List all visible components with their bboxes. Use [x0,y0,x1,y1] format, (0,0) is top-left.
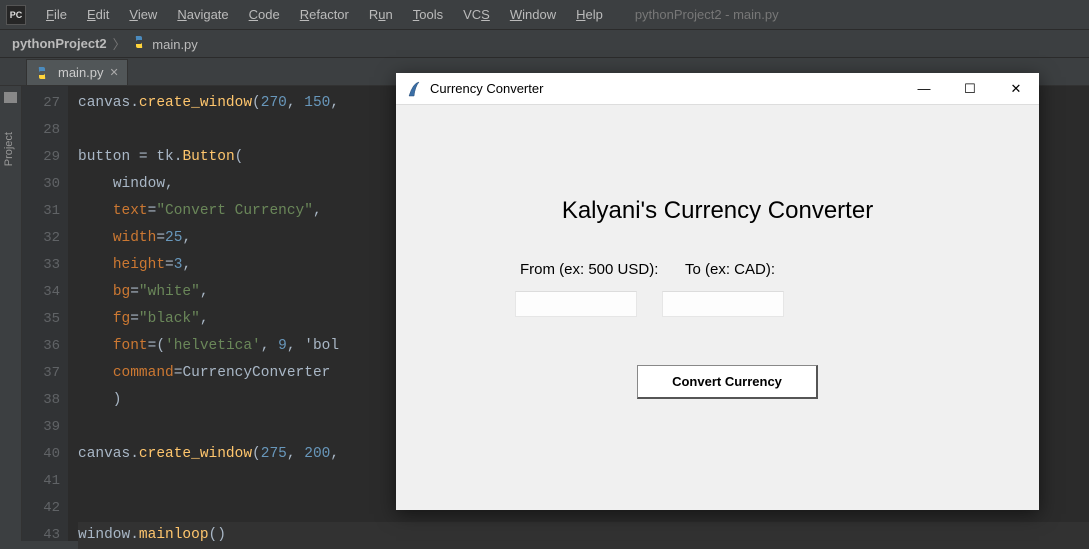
menu-window[interactable]: Window [502,4,564,25]
maximize-button[interactable]: ☐ [947,73,993,105]
editor-tab-main[interactable]: main.py ✕ [26,59,128,85]
minimize-button[interactable]: — [901,73,947,105]
menu-navigate[interactable]: Navigate [169,4,236,25]
tool-window-strip: Project [0,86,22,541]
close-tab-icon[interactable]: ✕ [110,66,119,79]
menu-bar: PC File Edit View Navigate Code Refactor… [0,0,1089,30]
menu-run[interactable]: Run [361,4,401,25]
breadcrumb-file[interactable]: main.py [132,35,198,52]
python-file-icon [35,66,49,80]
breadcrumb-project[interactable]: pythonProject2 [12,36,107,51]
to-label: To (ex: CAD): [685,261,775,278]
menu-vcs[interactable]: VCS [455,4,498,25]
menu-code[interactable]: Code [241,4,288,25]
tk-feather-icon [406,81,422,97]
pycharm-logo-icon: PC [6,5,26,25]
tk-window-title: Currency Converter [430,81,901,96]
menu-refactor[interactable]: Refactor [292,4,357,25]
project-tool-label[interactable]: Project [3,132,15,166]
to-input[interactable] [662,291,784,317]
menu-edit[interactable]: Edit [79,4,117,25]
menu-tools[interactable]: Tools [405,4,451,25]
close-button[interactable]: ✕ [993,73,1039,105]
python-file-icon [132,35,146,49]
project-tool-icon[interactable] [4,92,17,103]
from-label: From (ex: 500 USD): [520,261,658,278]
menu-view[interactable]: View [121,4,165,25]
from-input[interactable] [515,291,637,317]
app-heading: Kalyani's Currency Converter [396,197,1039,225]
tab-label: main.py [58,65,104,80]
menu-help[interactable]: Help [568,4,611,25]
tk-app-window: Currency Converter — ☐ ✕ Kalyani's Curre… [396,73,1039,510]
window-title: pythonProject2 - main.py [635,7,779,22]
chevron-right-icon: 〉 [113,34,126,53]
menu-file[interactable]: File [38,4,75,25]
tk-canvas: Kalyani's Currency Converter From (ex: 5… [396,105,1039,510]
tk-titlebar[interactable]: Currency Converter — ☐ ✕ [396,73,1039,105]
convert-button[interactable]: Convert Currency [637,365,818,399]
line-number-gutter: 2728293031323334353637383940414243 [22,86,68,541]
breadcrumb: pythonProject2 〉 main.py [0,30,1089,58]
